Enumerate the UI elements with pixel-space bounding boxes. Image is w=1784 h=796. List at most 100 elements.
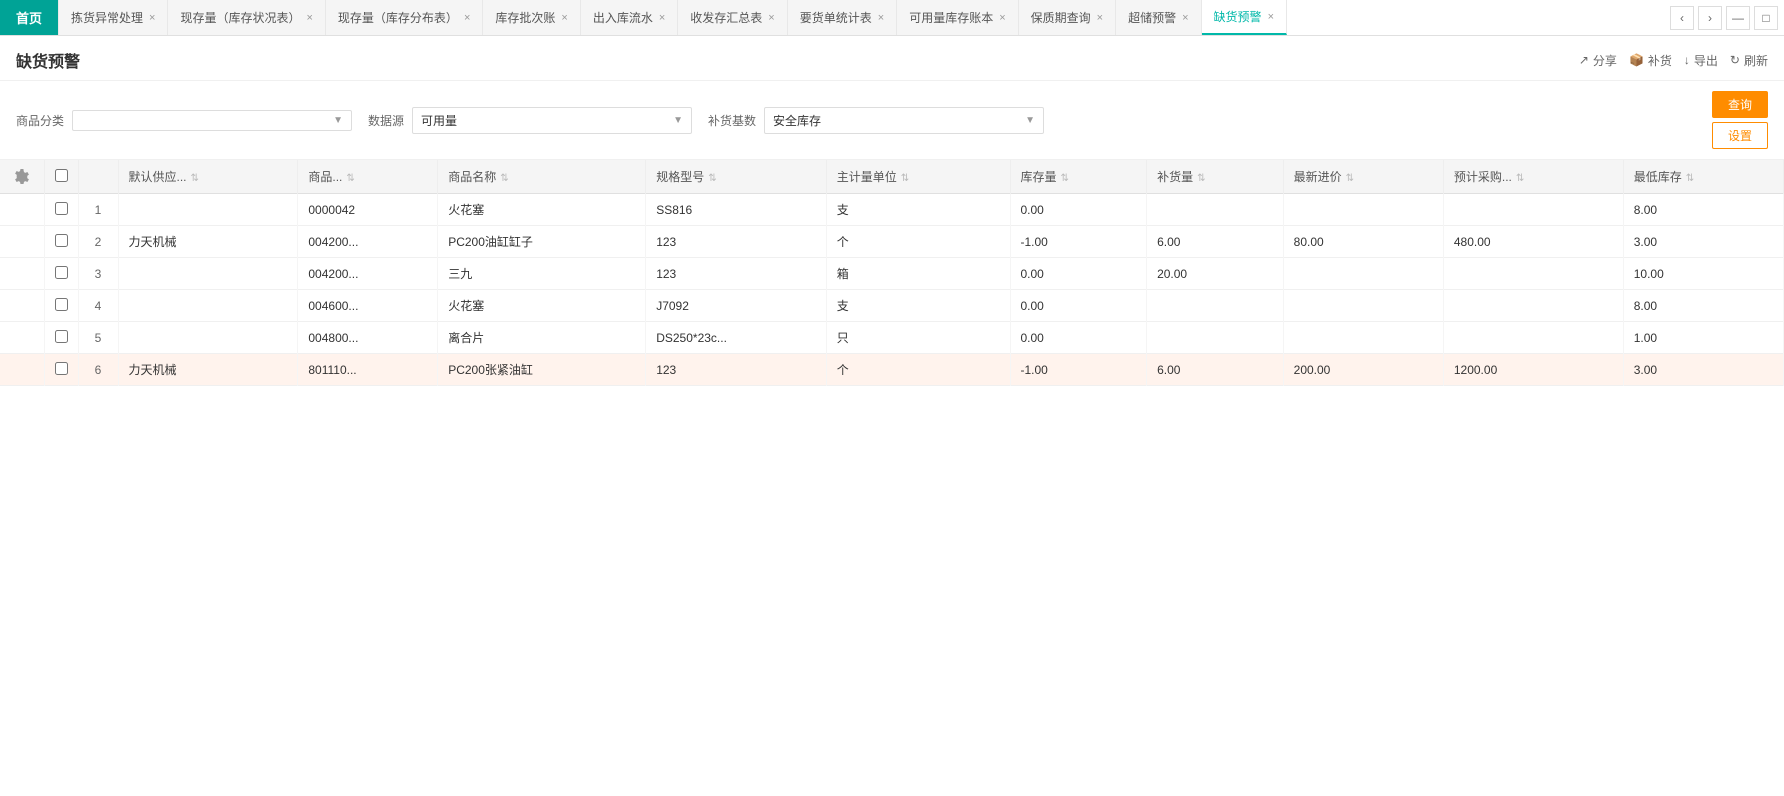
row-checkbox[interactable] [55, 202, 68, 215]
tab-home[interactable]: 首页 [0, 0, 59, 35]
row-product-name-cell: PC200张紧油缸 [438, 354, 646, 386]
col-latest-price-header[interactable]: 最新进价⇅ [1283, 160, 1443, 194]
select-all-checkbox[interactable] [55, 169, 68, 182]
sort-min-stock-icon: ⇅ [1686, 173, 1694, 184]
sort-latest-price-icon: ⇅ [1346, 173, 1354, 184]
share-button[interactable]: ↗ 分享 [1579, 52, 1617, 69]
tab-abnormal-label: 拣货异常处理 [71, 9, 143, 26]
tab-nav-next[interactable]: › [1698, 6, 1722, 30]
table-row: 1 0000042 火花塞 SS816 支 0.00 8.00 [0, 194, 1784, 226]
row-checkbox[interactable] [55, 298, 68, 311]
col-product-code-header[interactable]: 商品...⇅ [298, 160, 438, 194]
row-checkbox[interactable] [55, 330, 68, 343]
row-gear-cell [0, 226, 44, 258]
col-estimated-header[interactable]: 预计采购...⇅ [1443, 160, 1623, 194]
window-minimize-btn[interactable]: — [1726, 6, 1750, 30]
tab-inventory-dist-close[interactable]: × [464, 12, 470, 24]
sort-replenish-icon: ⇅ [1197, 173, 1205, 184]
refresh-label: 刷新 [1744, 52, 1768, 69]
tab-nav-buttons: ‹ › — □ [1668, 6, 1784, 30]
row-estimated-purchase-cell [1443, 290, 1623, 322]
row-estimated-purchase-cell [1443, 322, 1623, 354]
row-supplier-cell [118, 290, 298, 322]
table-body: 1 0000042 火花塞 SS816 支 0.00 8.00 2 力天机械 0… [0, 194, 1784, 386]
row-supplier-cell [118, 194, 298, 226]
row-latest-price-cell [1283, 290, 1443, 322]
replenish-button[interactable]: 📦 补货 [1629, 52, 1672, 69]
tab-shortage-label: 缺货预警 [1214, 8, 1262, 25]
tab-batch-account-close[interactable]: × [561, 12, 567, 24]
tab-abnormal-close[interactable]: × [149, 12, 155, 24]
tab-inventory-dist[interactable]: 现存量（库存分布表） × [326, 0, 483, 35]
tab-purchase-stats-close[interactable]: × [878, 12, 884, 24]
col-stock-header[interactable]: 库存量⇅ [1010, 160, 1147, 194]
replenish-base-select[interactable]: 安全库存 ▼ [764, 107, 1044, 134]
row-replenish-cell: 6.00 [1147, 354, 1284, 386]
col-num-header [78, 160, 118, 194]
row-latest-price-cell: 200.00 [1283, 354, 1443, 386]
filter-buttons: 查询 设置 [1712, 91, 1768, 149]
tab-bar: 首页 拣货异常处理 × 现存量（库存状况表） × 现存量（库存分布表） × 库存… [0, 0, 1784, 36]
tab-purchase-stats-label: 要货单统计表 [800, 9, 872, 26]
tab-inout-flow-close[interactable]: × [659, 12, 665, 24]
tab-home-label: 首页 [16, 8, 42, 27]
datasource-select-value: 可用量 [421, 112, 457, 129]
row-num-cell: 2 [78, 226, 118, 258]
replenish-base-label: 补货基数 [708, 112, 756, 129]
table-row: 6 力天机械 801110... PC200张紧油缸 123 个 -1.00 6… [0, 354, 1784, 386]
tab-inventory-status[interactable]: 现存量（库存状况表） × [168, 0, 325, 35]
col-spec-header[interactable]: 规格型号⇅ [646, 160, 826, 194]
row-stock-cell: 0.00 [1010, 290, 1147, 322]
tab-expiry-query[interactable]: 保质期查询 × [1019, 0, 1116, 35]
row-gear-cell [0, 322, 44, 354]
col-supplier-header[interactable]: 默认供应...⇅ [118, 160, 298, 194]
col-unit-header[interactable]: 主计量单位⇅ [826, 160, 1010, 194]
row-product-code-cell: 004800... [298, 322, 438, 354]
tab-receive-summary-close[interactable]: × [768, 12, 774, 24]
tab-inout-flow[interactable]: 出入库流水 × [581, 0, 678, 35]
gear-icon[interactable] [14, 169, 30, 185]
row-checkbox[interactable] [55, 362, 68, 375]
table-row: 2 力天机械 004200... PC200油缸缸子 123 个 -1.00 6… [0, 226, 1784, 258]
tab-shortage-close[interactable]: × [1268, 11, 1274, 23]
table-header-row: 默认供应...⇅ 商品...⇅ 商品名称⇅ 规格型号⇅ 主计量单位⇅ [0, 160, 1784, 194]
col-gear [0, 160, 44, 194]
tab-abnormal[interactable]: 拣货异常处理 × [59, 0, 168, 35]
tab-receive-summary[interactable]: 收发存汇总表 × [678, 0, 787, 35]
row-stock-cell: -1.00 [1010, 226, 1147, 258]
category-select[interactable]: ▼ [72, 110, 352, 131]
window-maximize-btn[interactable]: □ [1754, 6, 1778, 30]
row-supplier-cell: 力天机械 [118, 226, 298, 258]
row-num-cell: 5 [78, 322, 118, 354]
row-estimated-purchase-cell: 1200.00 [1443, 354, 1623, 386]
tab-available-ledger-label: 可用量库存账本 [909, 9, 993, 26]
tab-purchase-stats[interactable]: 要货单统计表 × [788, 0, 897, 35]
col-checkbox-header [44, 160, 78, 194]
category-filter-group: 商品分类 ▼ [16, 110, 352, 131]
row-product-code-cell: 004200... [298, 226, 438, 258]
query-button[interactable]: 查询 [1712, 91, 1768, 118]
row-checkbox[interactable] [55, 266, 68, 279]
row-replenish-cell: 6.00 [1147, 226, 1284, 258]
settings-button[interactable]: 设置 [1712, 122, 1768, 149]
tab-available-ledger-close[interactable]: × [999, 12, 1005, 24]
col-product-name-header[interactable]: 商品名称⇅ [438, 160, 646, 194]
export-button[interactable]: ↓ 导出 [1684, 52, 1718, 69]
datasource-filter-group: 数据源 可用量 ▼ [368, 107, 692, 134]
col-replenish-header[interactable]: 补货量⇅ [1147, 160, 1284, 194]
tab-batch-account[interactable]: 库存批次账 × [483, 0, 580, 35]
row-gear-cell [0, 354, 44, 386]
row-checkbox[interactable] [55, 234, 68, 247]
tab-overstock-close[interactable]: × [1182, 12, 1188, 24]
tab-expiry-query-close[interactable]: × [1097, 12, 1103, 24]
tab-shortage[interactable]: 缺货预警 × [1202, 0, 1287, 35]
tab-inventory-status-close[interactable]: × [306, 12, 312, 24]
col-min-stock-header[interactable]: 最低库存⇅ [1623, 160, 1783, 194]
tab-overstock[interactable]: 超储预警 × [1116, 0, 1201, 35]
datasource-select[interactable]: 可用量 ▼ [412, 107, 692, 134]
export-label: 导出 [1694, 52, 1718, 69]
row-supplier-cell: 力天机械 [118, 354, 298, 386]
tab-nav-prev[interactable]: ‹ [1670, 6, 1694, 30]
refresh-button[interactable]: ↻ 刷新 [1730, 52, 1768, 69]
tab-available-ledger[interactable]: 可用量库存账本 × [897, 0, 1018, 35]
